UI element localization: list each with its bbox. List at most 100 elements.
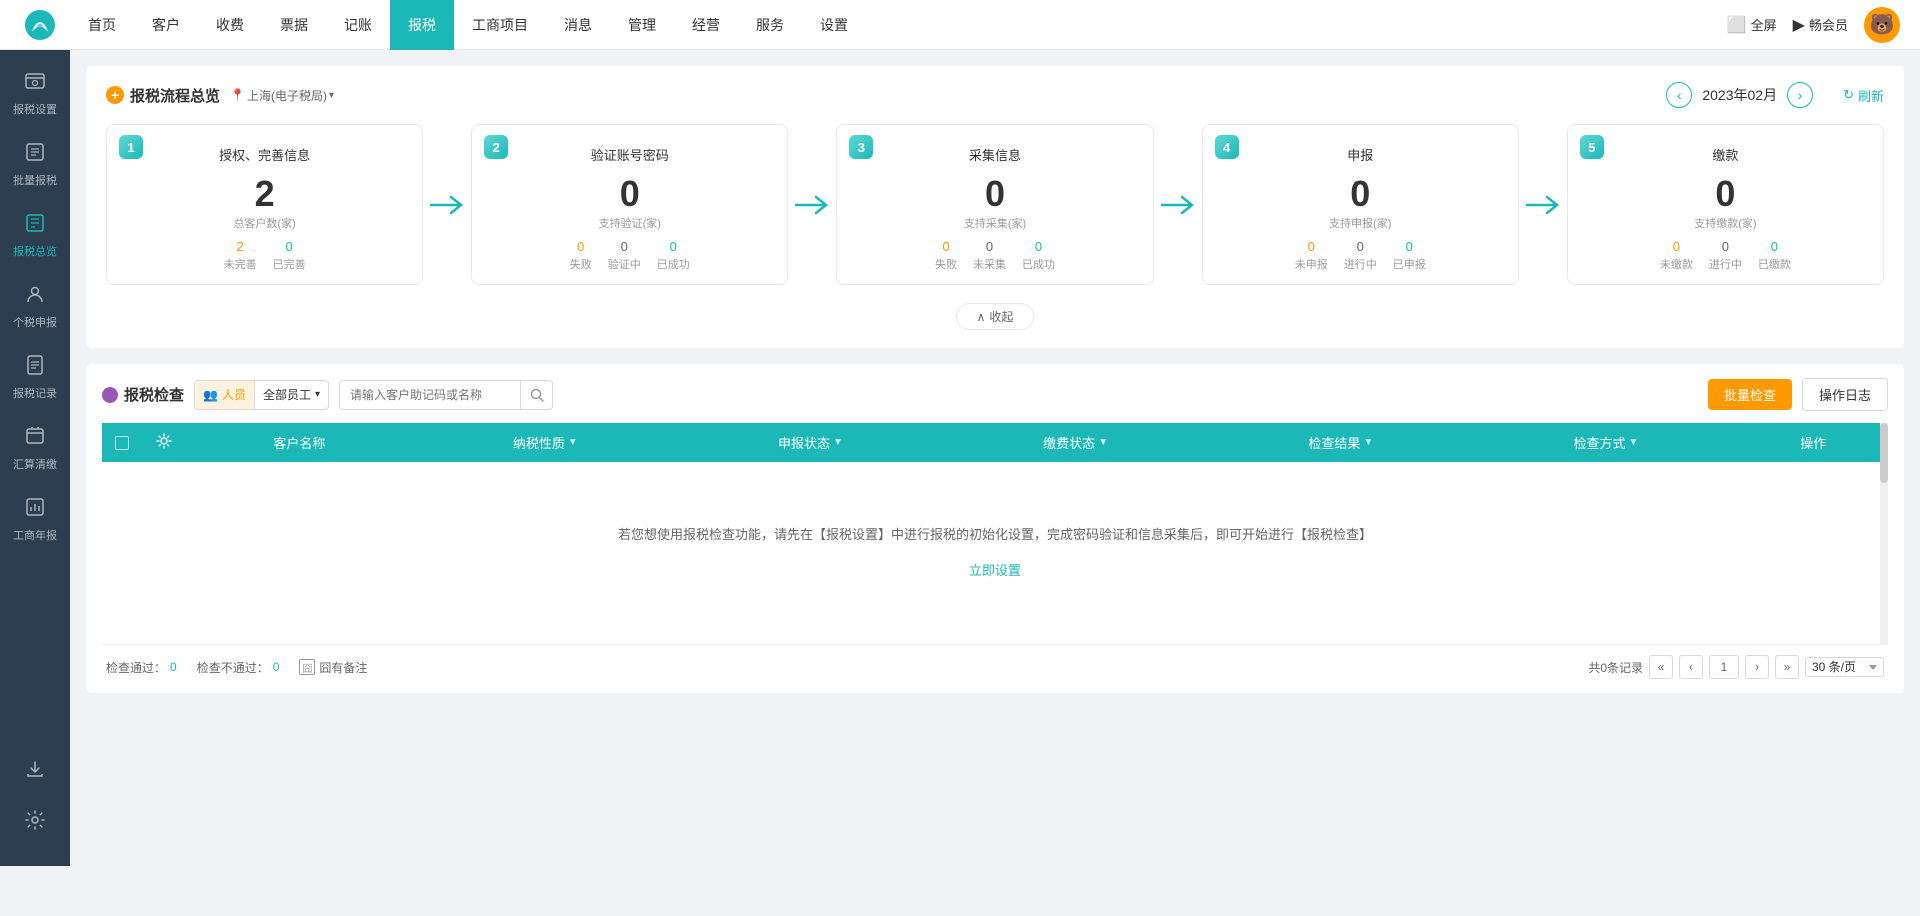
step-sub-label-1: 总客户数(家)	[127, 215, 402, 231]
nav-accounting[interactable]: 记账	[326, 0, 390, 50]
checkbox-header[interactable]	[102, 423, 142, 462]
flow-title: + 报税流程总览	[106, 85, 220, 106]
stat-reporting: 0 进行中	[1344, 239, 1377, 272]
select-all-checkbox[interactable]	[115, 436, 129, 450]
nav-home[interactable]: 首页	[70, 0, 134, 50]
check-title: 报税检查	[102, 384, 184, 405]
collapse-button[interactable]: ∧ 收起	[956, 303, 1035, 330]
nav-invoice[interactable]: 票据	[262, 0, 326, 50]
table-wrapper: 客户名称 纳税性质 ▼ 申报状态 ▼	[102, 423, 1888, 644]
sidebar-item-annual-report[interactable]: 工商年报	[1, 486, 69, 553]
nav-manage[interactable]: 管理	[610, 0, 674, 50]
sidebar-item-batch-tax[interactable]: 批量报税	[1, 131, 69, 198]
search-input[interactable]	[340, 388, 520, 402]
op-log-button[interactable]: 操作日志	[1802, 378, 1888, 411]
refresh-button[interactable]: ↻ 刷新	[1843, 86, 1884, 105]
nav-tax[interactable]: 报税	[390, 0, 454, 50]
stat-verifying: 0 验证中	[608, 239, 641, 272]
check-table: 客户名称 纳税性质 ▼ 申报状态 ▼	[102, 423, 1888, 644]
stat-incomplete: 2 未完善	[224, 239, 257, 272]
stat-paid: 0 已缴款	[1758, 239, 1791, 272]
avatar[interactable]: 🐻	[1864, 7, 1900, 43]
nav-message[interactable]: 消息	[546, 0, 610, 50]
stat-unreported: 0 未申报	[1295, 239, 1328, 272]
stat-fail-2: 0 失败	[570, 239, 592, 272]
sidebar-item-settings[interactable]	[1, 799, 69, 846]
top-navigation: 首页 客户 收费 票据 记账 报税 工商项目 消息 管理 经营 服务 设置 ⬜ …	[0, 0, 1920, 50]
sidebar-item-tax-settings[interactable]: 报税设置	[1, 60, 69, 127]
flow-step-5: 5 缴款 0 支持缴款(家) 0 未缴款 0 进行中 0 已缴款	[1567, 124, 1884, 285]
next-page-button[interactable]: ›	[1745, 655, 1769, 679]
check-header-right: 批量检查 操作日志	[1708, 378, 1888, 411]
gear-icon	[24, 809, 46, 836]
stat-val-verifying: 0	[621, 239, 628, 254]
tax-overview-icon	[24, 212, 46, 239]
staff-filter-right[interactable]: 全部员工 ▾	[255, 381, 328, 409]
location-selector[interactable]: 📍 上海(电子税局) ▾	[230, 87, 334, 104]
first-page-button[interactable]: «	[1649, 655, 1673, 679]
staff-icon: 👥	[203, 388, 218, 402]
next-month-button[interactable]: ›	[1787, 82, 1813, 108]
fullscreen-btn[interactable]: ⬜ 全屏	[1727, 15, 1777, 35]
filter-icon-check-method: ▼	[1629, 437, 1639, 448]
settlement-icon	[24, 425, 46, 452]
sidebar-label-settlement: 汇算清缴	[13, 456, 57, 472]
app-logo[interactable]	[10, 9, 70, 41]
sidebar-item-download[interactable]	[1, 748, 69, 795]
nav-business[interactable]: 工商项目	[454, 0, 546, 50]
stat-val-success-2: 0	[670, 239, 677, 254]
step-arrow-3	[1154, 124, 1202, 285]
prev-page-button[interactable]: ‹	[1679, 655, 1703, 679]
location-icon: 📍	[230, 88, 245, 102]
stat-complete: 0 已完善	[273, 239, 306, 272]
stat-reported: 0 已申报	[1393, 239, 1426, 272]
flow-step-2: 2 验证账号密码 0 支持验证(家) 0 失败 0 验证中 0 已成功	[471, 124, 788, 285]
sidebar-item-personal-tax[interactable]: 个税申报	[1, 273, 69, 340]
step-arrow-4	[1519, 124, 1567, 285]
last-page-button[interactable]: »	[1775, 655, 1799, 679]
sidebar-item-tax-record[interactable]: 报税记录	[1, 344, 69, 411]
customer-name-header[interactable]: 客户名称	[186, 423, 413, 462]
scrollbar-thumb[interactable]	[1880, 423, 1888, 483]
nav-customer[interactable]: 客户	[134, 0, 198, 50]
member-btn[interactable]: ▶ 畅会员	[1793, 15, 1848, 35]
sidebar-label-tax-record: 报税记录	[13, 385, 57, 401]
sidebar-item-settlement[interactable]: 汇算清缴	[1, 415, 69, 482]
page-size-select[interactable]: 30 条/页 50 条/页 100 条/页	[1805, 657, 1884, 677]
nav-right: ⬜ 全屏 ▶ 畅会员 🐻	[1727, 7, 1910, 43]
scrollbar-track[interactable]	[1880, 423, 1888, 644]
step-title-5: 缴款	[1588, 145, 1863, 164]
fail-val[interactable]: 0	[273, 660, 280, 674]
step-num-2: 2	[484, 135, 508, 159]
note-filter: 囧 囧有备注	[299, 659, 367, 676]
step-sub-label-4: 支持申报(家)	[1223, 215, 1498, 231]
tax-type-header[interactable]: 纳税性质 ▼	[413, 423, 678, 462]
stat-success-3: 0 已成功	[1022, 239, 1055, 272]
check-method-header[interactable]: 检查方式 ▼	[1473, 423, 1738, 462]
nav-settings[interactable]: 设置	[802, 0, 866, 50]
pass-stat: 检查通过： 0	[106, 659, 177, 676]
step-stats-5: 0 未缴款 0 进行中 0 已缴款	[1588, 239, 1863, 272]
step-sub-label-5: 支持缴款(家)	[1588, 215, 1863, 231]
setup-link[interactable]: 立即设置	[969, 563, 1021, 578]
sidebar-label-tax-overview: 报税总览	[13, 243, 57, 259]
search-box	[339, 380, 553, 410]
check-result-header[interactable]: 检查结果 ▼	[1208, 423, 1473, 462]
staff-filter[interactable]: 👥 人员 全部员工 ▾	[194, 380, 329, 410]
nav-operation[interactable]: 经营	[674, 0, 738, 50]
nav-fee[interactable]: 收费	[198, 0, 262, 50]
search-button[interactable]	[520, 380, 552, 410]
prev-month-button[interactable]: ‹	[1666, 82, 1692, 108]
flow-step-4: 4 申报 0 支持申报(家) 0 未申报 0 进行中 0 已申报	[1202, 124, 1519, 285]
stat-lbl-fail-2: 失败	[570, 256, 592, 272]
tax-record-icon	[24, 354, 46, 381]
sidebar-item-tax-overview[interactable]: 报税总览	[1, 202, 69, 269]
batch-check-button[interactable]: 批量检查	[1708, 379, 1792, 410]
pass-val[interactable]: 0	[170, 660, 177, 674]
pay-status-header[interactable]: 缴费状态 ▼	[943, 423, 1208, 462]
filter-icon-tax-type: ▼	[568, 437, 578, 448]
settings-header[interactable]	[142, 423, 186, 462]
report-status-header[interactable]: 申报状态 ▼	[678, 423, 943, 462]
nav-service[interactable]: 服务	[738, 0, 802, 50]
step-arrow-1	[423, 124, 471, 285]
